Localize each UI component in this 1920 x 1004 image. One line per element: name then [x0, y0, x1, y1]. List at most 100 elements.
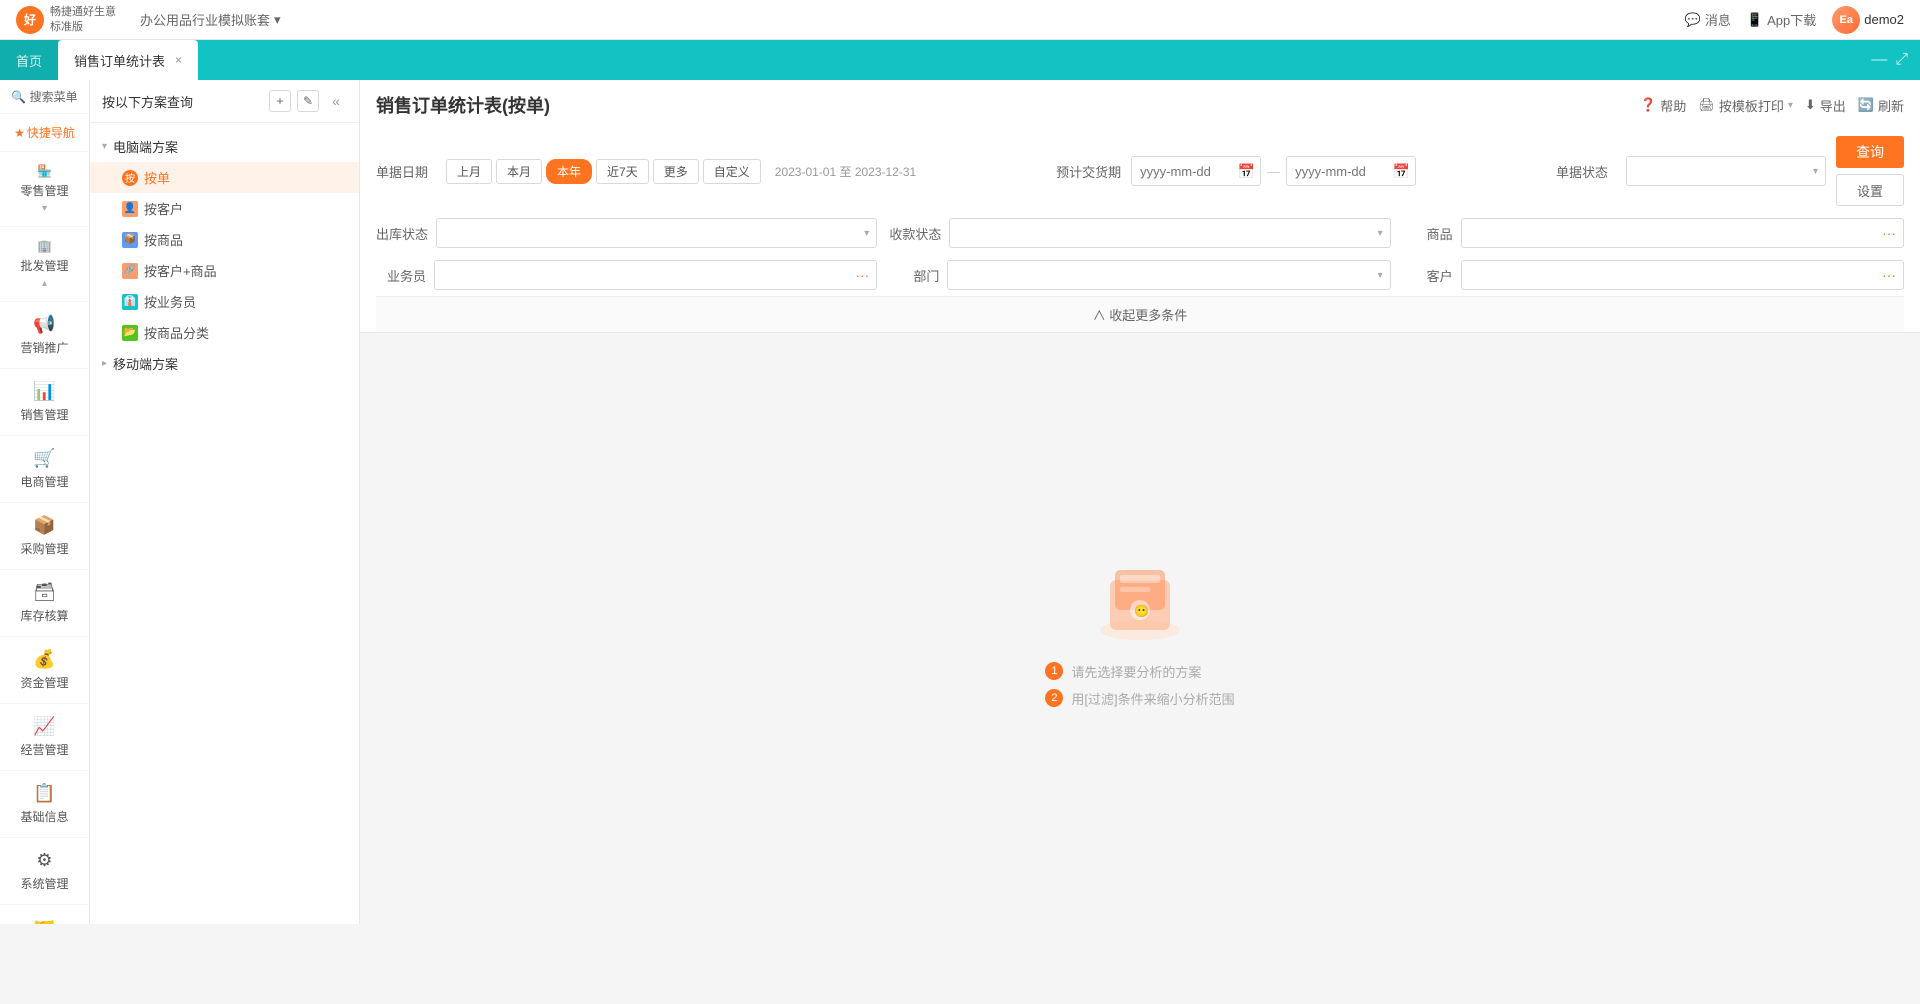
- scheme-edit-button[interactable]: ✎: [297, 90, 319, 112]
- query-btn-area: 查询 设置: [1836, 136, 1904, 206]
- goods-label: 商品: [1403, 224, 1453, 243]
- sidebar-item-retail[interactable]: 🏪 零售管理 ▾: [0, 152, 89, 227]
- query-button[interactable]: 查询: [1836, 136, 1904, 168]
- message-button[interactable]: 💬 消息: [1685, 10, 1731, 29]
- scheme-tree: ▾ 电脑端方案 按 按单 👤 按客户 📦 按商品: [90, 123, 359, 387]
- scheme-icon-salesman: 👔: [122, 294, 138, 310]
- salesman-input[interactable]: [434, 260, 877, 290]
- tab-close-icon[interactable]: ×: [175, 53, 182, 67]
- salesman-dots-icon[interactable]: ···: [855, 267, 869, 283]
- tree-item-by-goods-category[interactable]: 📂 按商品分类: [90, 317, 359, 348]
- this-month-btn[interactable]: 本月: [496, 159, 542, 184]
- print-icon: 🖨: [1698, 97, 1715, 113]
- sidebar-item-enterprise[interactable]: 🤝 企业协同: [0, 905, 89, 924]
- svg-text:😶: 😶: [1134, 604, 1149, 618]
- scheme-icon-circle-order: 按: [122, 170, 138, 186]
- export-button[interactable]: ⬇ 导出: [1805, 96, 1846, 115]
- settings-button[interactable]: 设置: [1836, 174, 1904, 206]
- tab-home[interactable]: 首页: [0, 40, 58, 80]
- status-label: 单据状态: [1556, 162, 1616, 181]
- tree-item-by-order[interactable]: 按 按单: [90, 162, 359, 193]
- salesman-label: 业务员: [376, 266, 426, 285]
- expected-date-group: 📅 — 📅: [1131, 156, 1416, 186]
- more-btn[interactable]: 更多: [653, 159, 699, 184]
- sidebar-item-inventory[interactable]: 🗃 库存核算: [0, 570, 89, 637]
- tree-item-by-customer-goods[interactable]: 🔗 按客户+商品: [90, 255, 359, 286]
- department-select[interactable]: [947, 260, 1390, 290]
- expected-date-label: 预计交货期: [1056, 162, 1121, 181]
- sidebar-item-basic-info[interactable]: 📋 基础信息: [0, 771, 89, 838]
- receipt-status-select[interactable]: [949, 218, 1390, 248]
- expected-date-end[interactable]: [1286, 156, 1416, 186]
- expected-date-start[interactable]: [1131, 156, 1261, 186]
- content-area: 按以下方案查询 + ✎ « ▾ 电脑端方案 按 按单: [90, 80, 1920, 924]
- tree-item-by-goods[interactable]: 📦 按商品: [90, 224, 359, 255]
- sidebar-item-sales[interactable]: 📊 销售管理: [0, 369, 89, 436]
- sidebar-item-purchase[interactable]: 📦 采购管理: [0, 503, 89, 570]
- window-maximize-icon[interactable]: ⤢: [1895, 51, 1908, 69]
- salesman-control: ···: [434, 260, 877, 290]
- sidebar-item-wholesale[interactable]: 🏢 批发管理 ▴: [0, 227, 89, 302]
- sidebar-item-system[interactable]: ⚙ 系统管理: [0, 838, 89, 905]
- recent7-btn[interactable]: 近7天: [596, 159, 649, 184]
- help-icon: ❓: [1640, 97, 1656, 113]
- main-layout: 🔍 搜索菜单 ★ 快捷导航 🏪 零售管理 ▾ 🏢 批发管理 ▴ 📢 营销推广 📊…: [0, 80, 1920, 924]
- main-content: 销售订单统计表(按单) ❓ 帮助 🖨 按模板打印 ▾ ⬇: [360, 80, 1920, 924]
- system-icon: ⚙: [36, 850, 52, 871]
- scheme-panel-header: 按以下方案查询 + ✎ «: [90, 80, 359, 123]
- scheme-icon-customer-goods: 🔗: [122, 263, 138, 279]
- tree-arrow-mobile: ▸: [102, 358, 107, 369]
- marketing-icon: 📢: [33, 314, 55, 335]
- sidebar-search[interactable]: 🔍 搜索菜单: [0, 80, 89, 114]
- breadcrumb[interactable]: 办公用品行业模拟账套 ▾: [140, 10, 281, 29]
- custom-btn[interactable]: 自定义: [703, 159, 761, 184]
- status-select[interactable]: [1626, 156, 1826, 186]
- user-profile[interactable]: Ea demo2: [1832, 6, 1904, 34]
- basicinfo-icon: 📋: [33, 783, 55, 804]
- scheme-add-button[interactable]: +: [269, 90, 291, 112]
- sidebar-item-operations[interactable]: 📈 经营管理: [0, 704, 89, 771]
- sidebar-item-finance[interactable]: 💰 资金管理: [0, 637, 89, 704]
- tree-item-by-salesman[interactable]: 👔 按业务员: [90, 286, 359, 317]
- department-field: 部门 ▾: [889, 260, 1390, 290]
- scheme-panel: 按以下方案查询 + ✎ « ▾ 电脑端方案 按 按单: [90, 80, 360, 924]
- purchase-icon: 📦: [33, 515, 55, 536]
- step-num-1: 1: [1045, 662, 1063, 680]
- app-download-button[interactable]: 📱 App下载: [1747, 10, 1816, 29]
- refresh-button[interactable]: 🔄 刷新: [1858, 96, 1904, 115]
- receipt-status-label: 收款状态: [889, 224, 941, 243]
- window-minimize-icon[interactable]: —: [1871, 51, 1887, 69]
- step-num-2: 2: [1045, 689, 1063, 707]
- top-bar: 好 畅捷通好生意 标准版 办公用品行业模拟账套 ▾ 💬 消息 📱 App下载 E…: [0, 0, 1920, 40]
- this-year-btn[interactable]: 本年: [546, 159, 592, 184]
- customer-input[interactable]: [1461, 260, 1904, 290]
- customer-field: 客户 ···: [1403, 260, 1904, 290]
- date-buttons: 上月 本月 本年 近7天 更多 自定义: [446, 159, 761, 184]
- goods-control: ···: [1461, 218, 1904, 248]
- goods-input[interactable]: [1461, 218, 1904, 248]
- template-print-button[interactable]: 🖨 按模板打印 ▾: [1698, 96, 1793, 115]
- sidebar-item-ecommerce[interactable]: 🛒 电商管理: [0, 436, 89, 503]
- help-link[interactable]: ❓ 帮助: [1640, 96, 1686, 115]
- scheme-collapse-button[interactable]: «: [325, 90, 347, 112]
- tab-sales-order-stat[interactable]: 销售订单统计表 ×: [58, 40, 198, 80]
- salesman-field: 业务员 ···: [376, 260, 877, 290]
- customer-dots-icon[interactable]: ···: [1882, 267, 1896, 283]
- tree-group-mobile-header[interactable]: ▸ 移动端方案: [90, 348, 359, 379]
- print-arrow-icon: ▾: [1788, 100, 1793, 111]
- goods-dots-icon[interactable]: ···: [1882, 225, 1896, 241]
- out-status-control: ▾: [436, 218, 877, 248]
- collapse-conditions-button[interactable]: ∧ 收起更多条件: [376, 296, 1904, 332]
- date-range-display: 2023-01-01 至 2023-12-31: [775, 163, 916, 180]
- tree-item-by-customer[interactable]: 👤 按客户: [90, 193, 359, 224]
- scheme-icon-category: 📂: [122, 325, 138, 341]
- customer-label: 客户: [1403, 266, 1453, 285]
- out-status-select[interactable]: [436, 218, 877, 248]
- sidebar-item-marketing[interactable]: 📢 营销推广: [0, 302, 89, 369]
- message-icon: 💬: [1685, 12, 1701, 28]
- empty-steps: 1 请先选择要分析的方案 2 用[过滤]条件来缩小分析范围: [1045, 662, 1234, 708]
- empty-step-1: 1 请先选择要分析的方案: [1045, 662, 1234, 681]
- tree-group-desktop-header[interactable]: ▾ 电脑端方案: [90, 131, 359, 162]
- sidebar-item-shortcut[interactable]: ★ 快捷导航: [0, 114, 89, 152]
- last-month-btn[interactable]: 上月: [446, 159, 492, 184]
